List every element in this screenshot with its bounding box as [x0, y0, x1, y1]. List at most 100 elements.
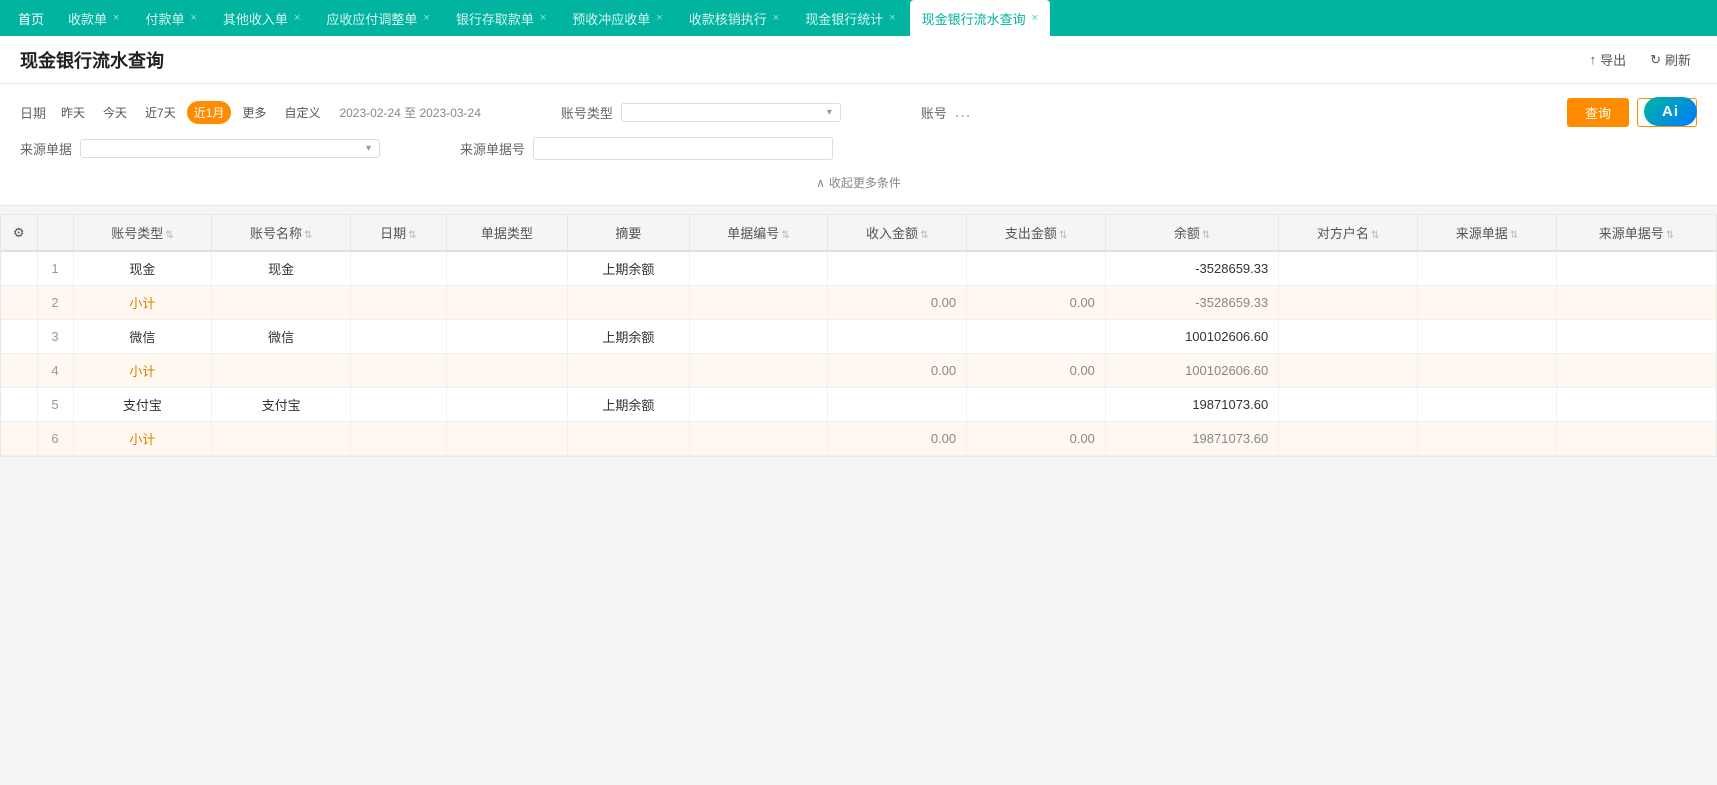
nav-tab-收款单[interactable]: 收款单 × — [56, 0, 131, 36]
col-header-doc_no[interactable]: 单据编号⇅ — [689, 215, 828, 251]
col-label-summary: 摘要 — [615, 226, 641, 241]
cell-doc_no — [689, 251, 828, 286]
cell-account_name — [212, 354, 351, 388]
nav-tab-label: 收款单 — [68, 9, 107, 28]
cell-summary — [568, 286, 690, 320]
col-header-expense[interactable]: 支出金额⇅ — [967, 215, 1106, 251]
nav-tab-label: 收款核销执行 — [689, 9, 767, 28]
source-doc-no-input[interactable] — [533, 137, 833, 160]
cell-summary — [568, 354, 690, 388]
nav-tab-close[interactable]: × — [540, 12, 546, 24]
cell-gear — [1, 286, 37, 320]
nav-tab-label: 银行存取款单 — [456, 9, 534, 28]
cell-gear — [1, 388, 37, 422]
col-header-balance[interactable]: 余额⇅ — [1105, 215, 1278, 251]
account-type-filter: 账号类型 ▾ — [561, 103, 841, 122]
header-actions: ↑ 导出 ↻ 刷新 — [1584, 46, 1697, 73]
collapse-label: 收起更多条件 — [829, 174, 901, 191]
nav-tab-现金银行统计[interactable]: 现金银行统计× — [793, 0, 907, 36]
col-header-index — [37, 215, 73, 251]
cell-counterpart — [1279, 320, 1418, 354]
col-header-source_doc[interactable]: 来源单据⇅ — [1418, 215, 1557, 251]
cell-source_doc — [1418, 286, 1557, 320]
collapse-bar[interactable]: ∧ 收起更多条件 — [20, 170, 1697, 195]
cell-income: 0.00 — [828, 354, 967, 388]
cell-source_doc — [1418, 422, 1557, 456]
col-header-account_type[interactable]: 账号类型⇅ — [73, 215, 212, 251]
col-header-account_name[interactable]: 账号名称⇅ — [212, 215, 351, 251]
account-label: 账号 — [921, 103, 947, 122]
cell-doc_type — [446, 354, 568, 388]
nav-tab-close[interactable]: × — [656, 12, 662, 24]
cell-expense — [967, 251, 1106, 286]
nav-home[interactable]: 首页 — [8, 9, 54, 28]
date-shortcut-近1月[interactable]: 近1月 — [187, 101, 232, 124]
date-shortcut-自定义[interactable]: 自定义 — [277, 101, 327, 124]
cell-doc_type — [446, 286, 568, 320]
nav-tab-close[interactable]: × — [423, 12, 429, 24]
nav-tab-close[interactable]: × — [1032, 12, 1038, 24]
account-ellipsis[interactable]: ... — [955, 104, 971, 122]
cell-doc_type — [446, 388, 568, 422]
nav-tab-label: 现金银行流水查询 — [922, 9, 1026, 28]
account-type-arrow: ▾ — [827, 107, 832, 118]
col-header-gear: ⚙ — [1, 215, 37, 251]
col-label-expense: 支出金额 — [1005, 226, 1057, 241]
cell-date — [351, 422, 447, 456]
cell-income: 0.00 — [828, 422, 967, 456]
nav-tab-close[interactable]: × — [113, 12, 119, 24]
nav-tab-close[interactable]: × — [190, 12, 196, 24]
nav-tab-付款单[interactable]: 付款单× — [133, 0, 208, 36]
nav-tab-银行存取款单[interactable]: 银行存取款单 × — [444, 0, 558, 36]
cell-source_doc_no — [1556, 388, 1716, 422]
nav-tab-现金银行流水查询[interactable]: 现金银行流水查询 × — [910, 0, 1050, 36]
export-button[interactable]: ↑ 导出 — [1584, 46, 1633, 73]
top-nav: 首页 收款单×付款单×其他收入单×应收应付调整单×银行存取款单×预收冲应收单×收… — [0, 0, 1717, 36]
date-shortcut-近7天[interactable]: 近7天 — [138, 101, 183, 124]
filter-area: 日期 昨天今天近7天近1月更多自定义 2023-02-24 至 2023-03-… — [0, 84, 1717, 206]
ai-button[interactable]: Ai — [1644, 97, 1697, 126]
cell-account_name — [212, 422, 351, 456]
col-header-counterpart[interactable]: 对方户名⇅ — [1279, 215, 1418, 251]
date-shortcut-今天[interactable]: 今天 — [96, 101, 134, 124]
cell-gear — [1, 354, 37, 388]
col-label-account_name: 账号名称 — [250, 226, 302, 241]
cell-balance: 100102606.60 — [1105, 320, 1278, 354]
col-header-income[interactable]: 收入金额⇅ — [828, 215, 967, 251]
cell-doc_no — [689, 388, 828, 422]
date-label: 日期 — [20, 103, 46, 122]
cell-doc_no — [689, 422, 828, 456]
cell-source_doc — [1418, 320, 1557, 354]
refresh-button[interactable]: ↻ 刷新 — [1644, 46, 1697, 73]
nav-tab-close[interactable]: × — [294, 12, 300, 24]
table-row: 1现金现金上期余额-3528659.33 — [1, 251, 1716, 286]
cell-balance: 19871073.60 — [1105, 388, 1278, 422]
cell-source_doc — [1418, 388, 1557, 422]
nav-tab-预收冲应收单[interactable]: 预收冲应收单× — [560, 0, 674, 36]
cell-doc_no — [689, 354, 828, 388]
source-doc-select[interactable]: ▾ — [80, 139, 380, 158]
nav-tab-close[interactable]: × — [773, 12, 779, 24]
nav-tab-应收应付调整单[interactable]: 应收应付调整单× — [314, 0, 441, 36]
cell-income — [828, 388, 967, 422]
col-header-date[interactable]: 日期⇅ — [351, 215, 447, 251]
source-doc-label: 来源单据 — [20, 139, 72, 158]
query-button[interactable]: 查询 — [1567, 98, 1629, 127]
cell-source_doc_no — [1556, 286, 1716, 320]
col-label-balance: 余额 — [1174, 226, 1200, 241]
cell-date — [351, 286, 447, 320]
nav-tab-收款核销执行[interactable]: 收款核销执行 × — [677, 0, 791, 36]
cell-income: 0.00 — [828, 286, 967, 320]
nav-tab-其他收入单[interactable]: 其他收入单× — [211, 0, 312, 36]
date-shortcut-更多[interactable]: 更多 — [235, 101, 273, 124]
sort-icon-doc_no: ⇅ — [781, 230, 789, 241]
cell-account_type: 现金 — [73, 251, 212, 286]
col-header-source_doc_no[interactable]: 来源单据号⇅ — [1556, 215, 1716, 251]
date-shortcut-昨天[interactable]: 昨天 — [54, 101, 92, 124]
cell-date — [351, 251, 447, 286]
cell-summary: 上期余额 — [568, 388, 690, 422]
account-type-select[interactable]: ▾ — [621, 103, 841, 122]
nav-tab-close[interactable]: × — [889, 12, 895, 24]
cell-counterpart — [1279, 286, 1418, 320]
sort-icon-expense: ⇅ — [1059, 230, 1067, 241]
